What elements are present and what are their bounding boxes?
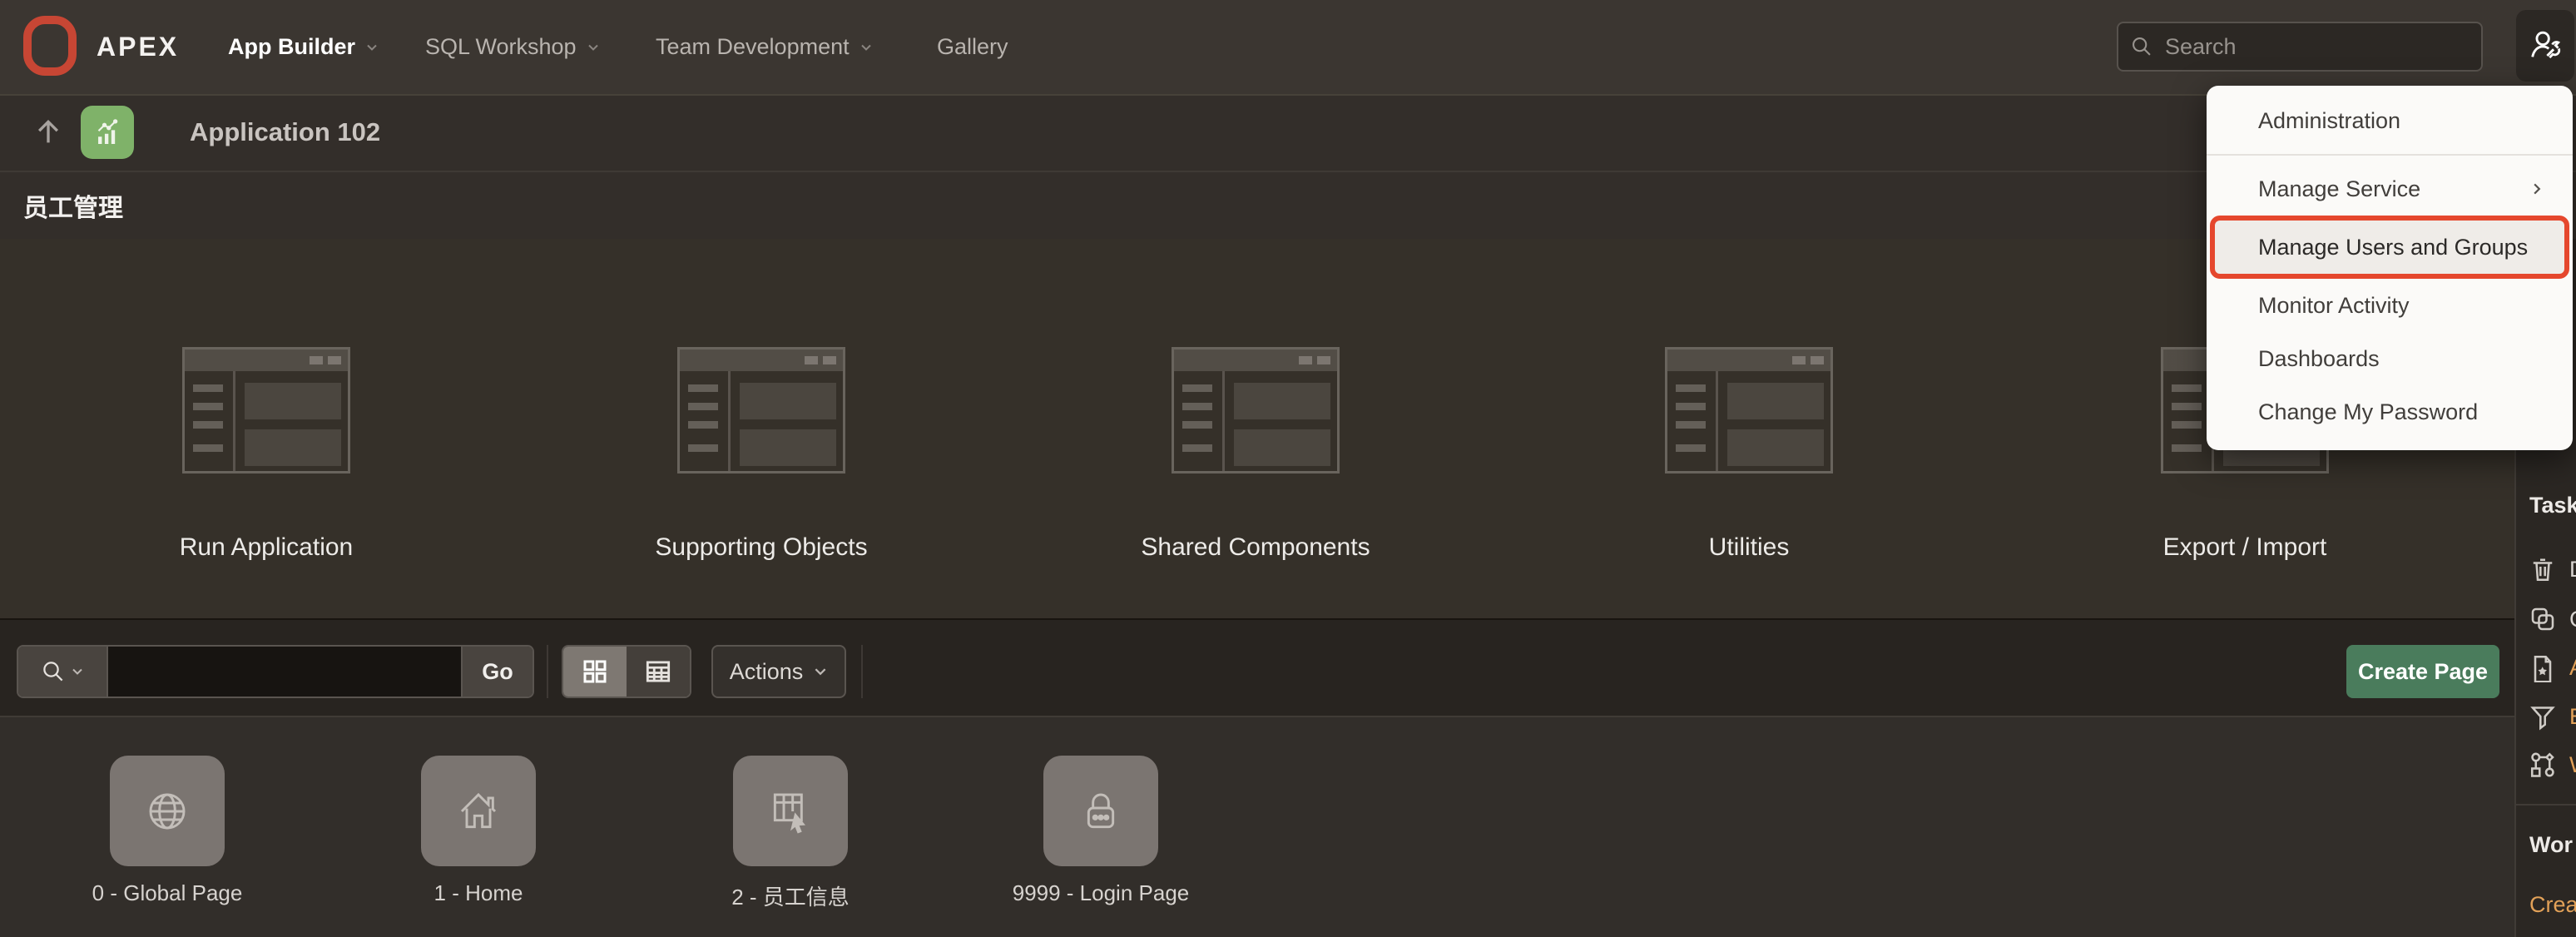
export-import-label[interactable]: Export / Import xyxy=(2062,533,2428,562)
workflow-section-heading: Wor xyxy=(2529,832,2573,857)
copy-icon xyxy=(2531,607,2554,631)
bar-chart-icon xyxy=(97,119,118,144)
nav-app-builder[interactable]: App Builder xyxy=(228,0,379,94)
menu-item-manage-users-and-groups[interactable]: Manage Users and Groups xyxy=(2210,216,2569,279)
lock-icon xyxy=(1087,793,1115,828)
interactive-grid-icon xyxy=(773,793,805,834)
chevron-down-icon xyxy=(367,44,377,51)
search-icon xyxy=(2133,37,2151,56)
nav-team-development[interactable]: Team Development xyxy=(656,0,873,94)
chevron-down-icon xyxy=(72,668,82,675)
run-application-label[interactable]: Run Application xyxy=(83,533,449,562)
sidebar-create-link[interactable]: Crea xyxy=(2529,892,2576,918)
utilities-label[interactable]: Utilities xyxy=(1566,533,1932,562)
view-toggle xyxy=(562,645,691,698)
sidebar-divider xyxy=(2516,804,2576,806)
page-title: 员工管理 xyxy=(23,195,123,222)
search-input[interactable] xyxy=(2163,32,2469,61)
sidebar-task-label: C xyxy=(2569,607,2576,632)
oracle-logo xyxy=(23,16,77,76)
go-button[interactable]: Go xyxy=(461,647,533,697)
actions-label: Actions xyxy=(729,658,804,684)
page-card-home[interactable] xyxy=(421,756,536,866)
application-icon[interactable] xyxy=(81,106,134,159)
nav-sql-workshop[interactable]: SQL Workshop xyxy=(425,0,600,94)
menu-item-administration[interactable]: Administration xyxy=(2207,94,2573,147)
global-search-box[interactable] xyxy=(2117,22,2483,72)
application-actions-region: Run Application Supporting Objects Share… xyxy=(0,239,2576,719)
chevron-right-icon xyxy=(2534,183,2541,195)
trash-icon xyxy=(2533,558,2553,582)
chevron-down-icon xyxy=(587,44,598,51)
sidebar-task-label: W xyxy=(2569,752,2576,778)
sidebar-task-delete[interactable]: D xyxy=(2528,554,2576,584)
menu-divider xyxy=(2207,154,2573,156)
apex-brand: APEX xyxy=(97,32,180,62)
grid-view-icon xyxy=(583,660,607,683)
funnel-icon xyxy=(2530,706,2555,731)
toolbar-separator xyxy=(547,645,548,698)
menu-item-label: Manage Service xyxy=(2258,176,2421,201)
sidebar-task-workflow[interactable]: W xyxy=(2528,750,2576,780)
top-navigation-bar: APEX App Builder SQL Workshop Team Devel… xyxy=(0,0,2576,94)
file-star-icon xyxy=(2534,655,2552,682)
user-wrench-icon xyxy=(2531,31,2561,59)
sidebar-task-filter[interactable]: E xyxy=(2528,702,2576,731)
app-window-illustration xyxy=(1172,347,1340,473)
report-view-button[interactable] xyxy=(627,647,690,697)
search-icon xyxy=(43,662,63,682)
arrow-up-icon xyxy=(37,119,59,143)
menu-item-dashboards[interactable]: Dashboards xyxy=(2207,332,2573,385)
account-admin-menu-button[interactable] xyxy=(2516,10,2574,82)
page-card-label[interactable]: 0 - Global Page xyxy=(26,880,309,906)
page-search-combo: Go xyxy=(17,645,534,698)
page-card-global-page[interactable] xyxy=(110,756,225,866)
app-window-illustration xyxy=(677,347,845,473)
menu-item-change-my-password[interactable]: Change My Password xyxy=(2207,385,2573,439)
nav-sql-workshop-label: SQL Workshop xyxy=(425,34,577,59)
sidebar-task-label: A xyxy=(2569,655,2576,681)
report-view-icon xyxy=(646,661,671,682)
application-header-bar xyxy=(0,94,2576,171)
page-card-label[interactable]: 9999 - Login Page xyxy=(959,880,1242,906)
home-icon xyxy=(460,792,497,828)
app-window-illustration xyxy=(182,347,350,473)
app-window-illustration xyxy=(1665,347,1833,473)
chevron-down-icon xyxy=(815,668,826,676)
admin-dropdown-menu: Administration Manage Service Manage Use… xyxy=(2207,86,2573,450)
application-title[interactable]: Application 102 xyxy=(190,94,380,171)
sidebar-task-label: E xyxy=(2569,704,2576,730)
nav-team-development-label: Team Development xyxy=(656,34,850,59)
page-title-bar: 员工管理 xyxy=(0,171,2576,239)
nav-gallery-label: Gallery xyxy=(937,34,1008,59)
workflow-icon xyxy=(2530,752,2554,777)
menu-item-monitor-activity[interactable]: Monitor Activity xyxy=(2207,279,2573,332)
page-search-input[interactable] xyxy=(108,647,461,697)
shared-components-label[interactable]: Shared Components xyxy=(1073,533,1439,562)
nav-gallery[interactable]: Gallery xyxy=(937,0,1008,94)
sidebar-task-copy[interactable]: C xyxy=(2528,604,2576,634)
search-options-button[interactable] xyxy=(18,647,108,697)
page-card-label[interactable]: 2 - 员工信息 xyxy=(649,880,932,911)
page-card-employee-info[interactable] xyxy=(733,756,848,866)
globe-icon xyxy=(149,793,186,829)
create-page-button[interactable]: Create Page xyxy=(2346,645,2499,698)
page-card-login-page[interactable] xyxy=(1043,756,1158,866)
chevron-down-icon xyxy=(860,44,871,51)
actions-menu-button[interactable]: Actions xyxy=(711,645,846,698)
toolbar-separator xyxy=(861,645,863,698)
up-to-apps-button[interactable] xyxy=(28,112,68,151)
nav-app-builder-label: App Builder xyxy=(228,34,355,59)
menu-item-manage-service[interactable]: Manage Service xyxy=(2207,162,2573,216)
icon-view-button[interactable] xyxy=(563,647,627,697)
sidebar-task-label: D xyxy=(2569,557,2576,583)
supporting-objects-label[interactable]: Supporting Objects xyxy=(578,533,944,562)
sidebar-task-app[interactable]: A xyxy=(2528,652,2576,682)
page-card-label[interactable]: 1 - Home xyxy=(337,880,620,906)
tasks-heading: Task xyxy=(2529,493,2576,518)
